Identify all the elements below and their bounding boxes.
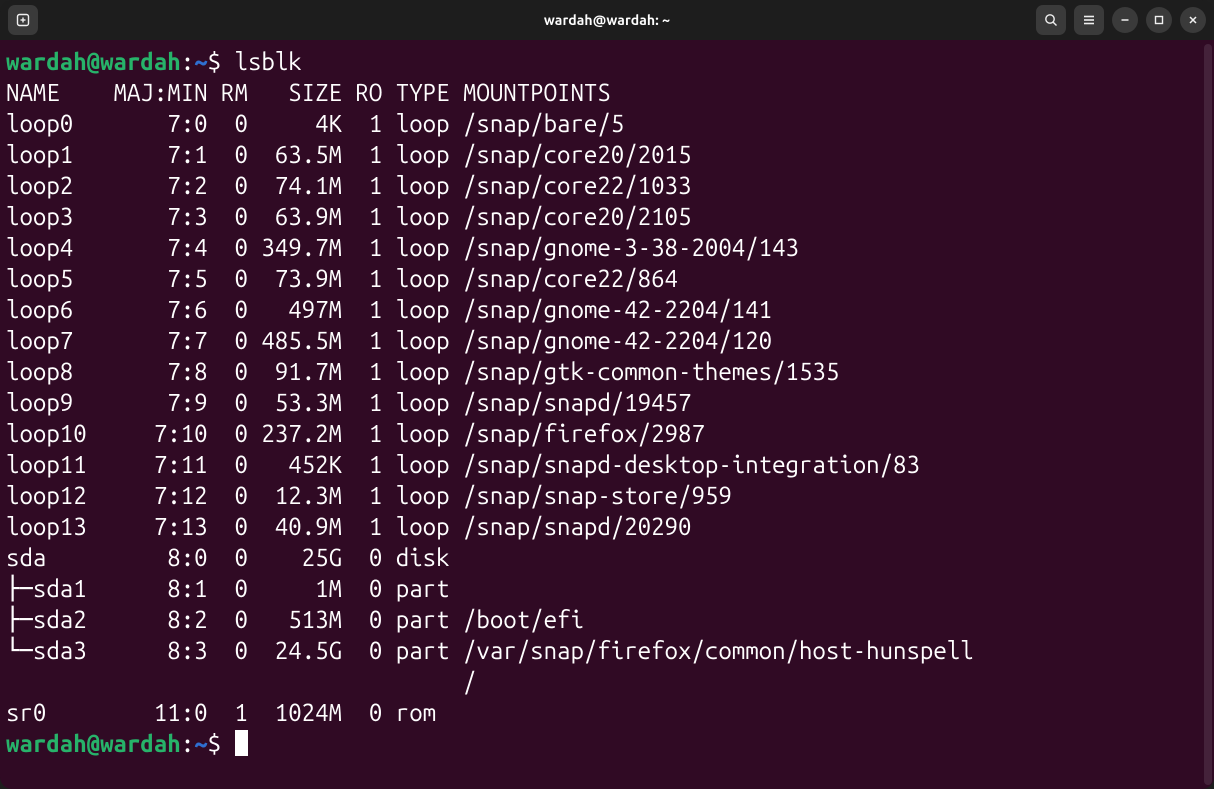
table-row: loop6 7:6 0 497M 1 loop /snap/gnome-42-2… [6,294,1204,325]
new-tab-button[interactable] [8,5,38,35]
table-row: loop12 7:12 0 12.3M 1 loop /snap/snap-st… [6,480,1204,511]
scrollbar[interactable] [1204,44,1212,785]
table-row: loop5 7:5 0 73.9M 1 loop /snap/core22/86… [6,263,1204,294]
prompt-user-host: wardah@wardah [6,48,181,75]
table-row: loop7 7:7 0 485.5M 1 loop /snap/gnome-42… [6,325,1204,356]
table-row: loop13 7:13 0 40.9M 1 loop /snap/snapd/2… [6,511,1204,542]
maximize-button[interactable] [1146,7,1172,33]
table-row: sr0 11:0 1 1024M 0 rom [6,697,1204,728]
table-row: loop10 7:10 0 237.2M 1 loop /snap/firefo… [6,418,1204,449]
table-row: loop8 7:8 0 91.7M 1 loop /snap/gtk-commo… [6,356,1204,387]
minimize-button[interactable] [1112,7,1138,33]
prompt-cwd: ~ [194,48,207,75]
window-title: wardah@wardah: ~ [544,12,670,28]
table-header: NAME MAJ:MIN RM SIZE RO TYPE MOUNTPOINTS [6,77,1204,108]
prompt-user-host: wardah@wardah [6,730,181,757]
prompt-cwd: ~ [194,730,207,757]
table-row: loop2 7:2 0 74.1M 1 loop /snap/core22/10… [6,170,1204,201]
terminal-output: wardah@wardah:~$ lsblkNAME MAJ:MIN RM SI… [6,46,1204,759]
search-button[interactable] [1036,5,1066,35]
table-row: loop9 7:9 0 53.3M 1 loop /snap/snapd/194… [6,387,1204,418]
table-row: / [6,666,1204,697]
table-row: ├─sda1 8:1 0 1M 0 part [6,573,1204,604]
table-row: loop11 7:11 0 452K 1 loop /snap/snapd-de… [6,449,1204,480]
table-row: └─sda3 8:3 0 24.5G 0 part /var/snap/fire… [6,635,1204,666]
hamburger-menu-button[interactable] [1074,5,1104,35]
close-button[interactable] [1180,7,1206,33]
table-row: ├─sda2 8:2 0 513M 0 part /boot/efi [6,604,1204,635]
table-row: loop0 7:0 0 4K 1 loop /snap/bare/5 [6,108,1204,139]
terminal-area[interactable]: wardah@wardah:~$ lsblkNAME MAJ:MIN RM SI… [0,40,1214,789]
command-text: lsblk [235,48,302,75]
cursor [235,730,248,756]
table-row: loop3 7:3 0 63.9M 1 loop /snap/core20/21… [6,201,1204,232]
table-row: loop1 7:1 0 63.5M 1 loop /snap/core20/20… [6,139,1204,170]
table-row: sda 8:0 0 25G 0 disk [6,542,1204,573]
titlebar: wardah@wardah: ~ [0,0,1214,40]
table-row: loop4 7:4 0 349.7M 1 loop /snap/gnome-3-… [6,232,1204,263]
